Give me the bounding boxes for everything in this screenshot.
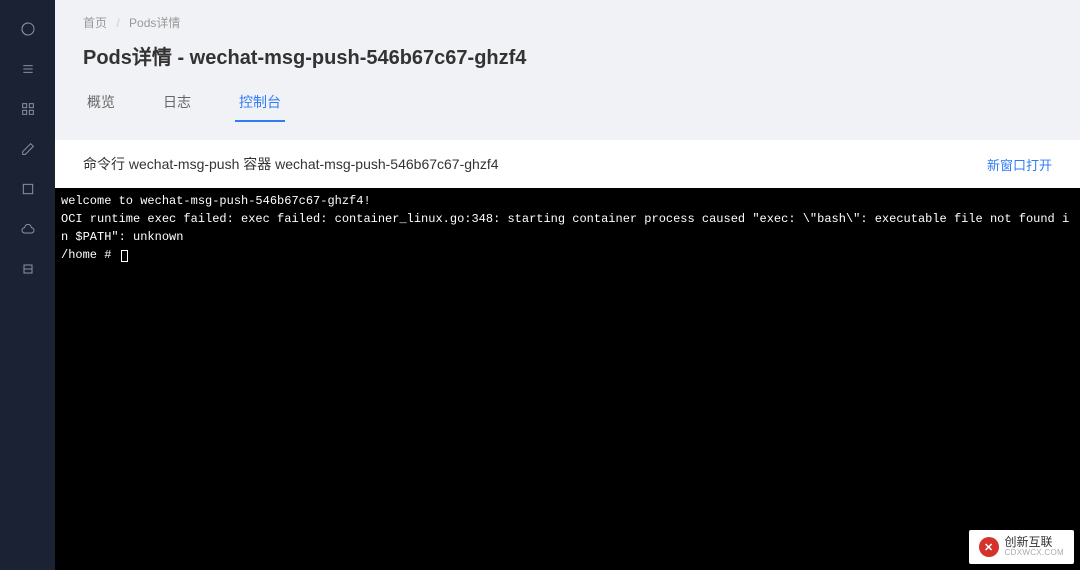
sidebar [0, 0, 55, 570]
watermark-text: 创新互联 CDXWCX.COM [1005, 536, 1064, 558]
console-card: 命令行 wechat-msg-push 容器 wechat-msg-push-5… [55, 140, 1080, 570]
terminal-cursor [121, 250, 128, 262]
tab-logs[interactable]: 日志 [159, 84, 195, 122]
tabs: 概览 日志 控制台 [55, 84, 1080, 122]
box-icon[interactable] [19, 180, 37, 198]
page-title: Pods详情 - wechat-msg-push-546b67c67-ghzf4 [55, 37, 1080, 84]
grid-icon[interactable] [19, 100, 37, 118]
main-content: 首页 / Pods详情 Pods详情 - wechat-msg-push-546… [55, 0, 1080, 570]
list-icon[interactable] [19, 60, 37, 78]
card-header-text: 命令行 wechat-msg-push 容器 wechat-msg-push-5… [83, 154, 499, 174]
edit-icon[interactable] [19, 140, 37, 158]
breadcrumb-current: Pods详情 [129, 16, 180, 30]
cube-icon[interactable] [19, 260, 37, 278]
card-header: 命令行 wechat-msg-push 容器 wechat-msg-push-5… [55, 140, 1080, 188]
tab-overview[interactable]: 概览 [83, 84, 119, 122]
watermark: ✕ 创新互联 CDXWCX.COM [969, 530, 1074, 564]
terminal-welcome-line: welcome to wechat-msg-push-546b67c67-ghz… [61, 194, 371, 208]
watermark-logo-icon: ✕ [979, 537, 999, 557]
watermark-sub: CDXWCX.COM [1005, 549, 1064, 558]
open-new-window-link[interactable]: 新窗口打开 [987, 155, 1052, 174]
terminal-prompt: /home # [61, 248, 119, 262]
terminal[interactable]: welcome to wechat-msg-push-546b67c67-ghz… [55, 188, 1080, 570]
tab-console[interactable]: 控制台 [235, 84, 285, 122]
breadcrumb-home[interactable]: 首页 [83, 16, 107, 30]
breadcrumb-separator: / [116, 16, 119, 30]
github-icon[interactable] [19, 20, 37, 38]
breadcrumb: 首页 / Pods详情 [55, 0, 1080, 37]
cloud-icon[interactable] [19, 220, 37, 238]
terminal-error-line: OCI runtime exec failed: exec failed: co… [61, 212, 1069, 244]
